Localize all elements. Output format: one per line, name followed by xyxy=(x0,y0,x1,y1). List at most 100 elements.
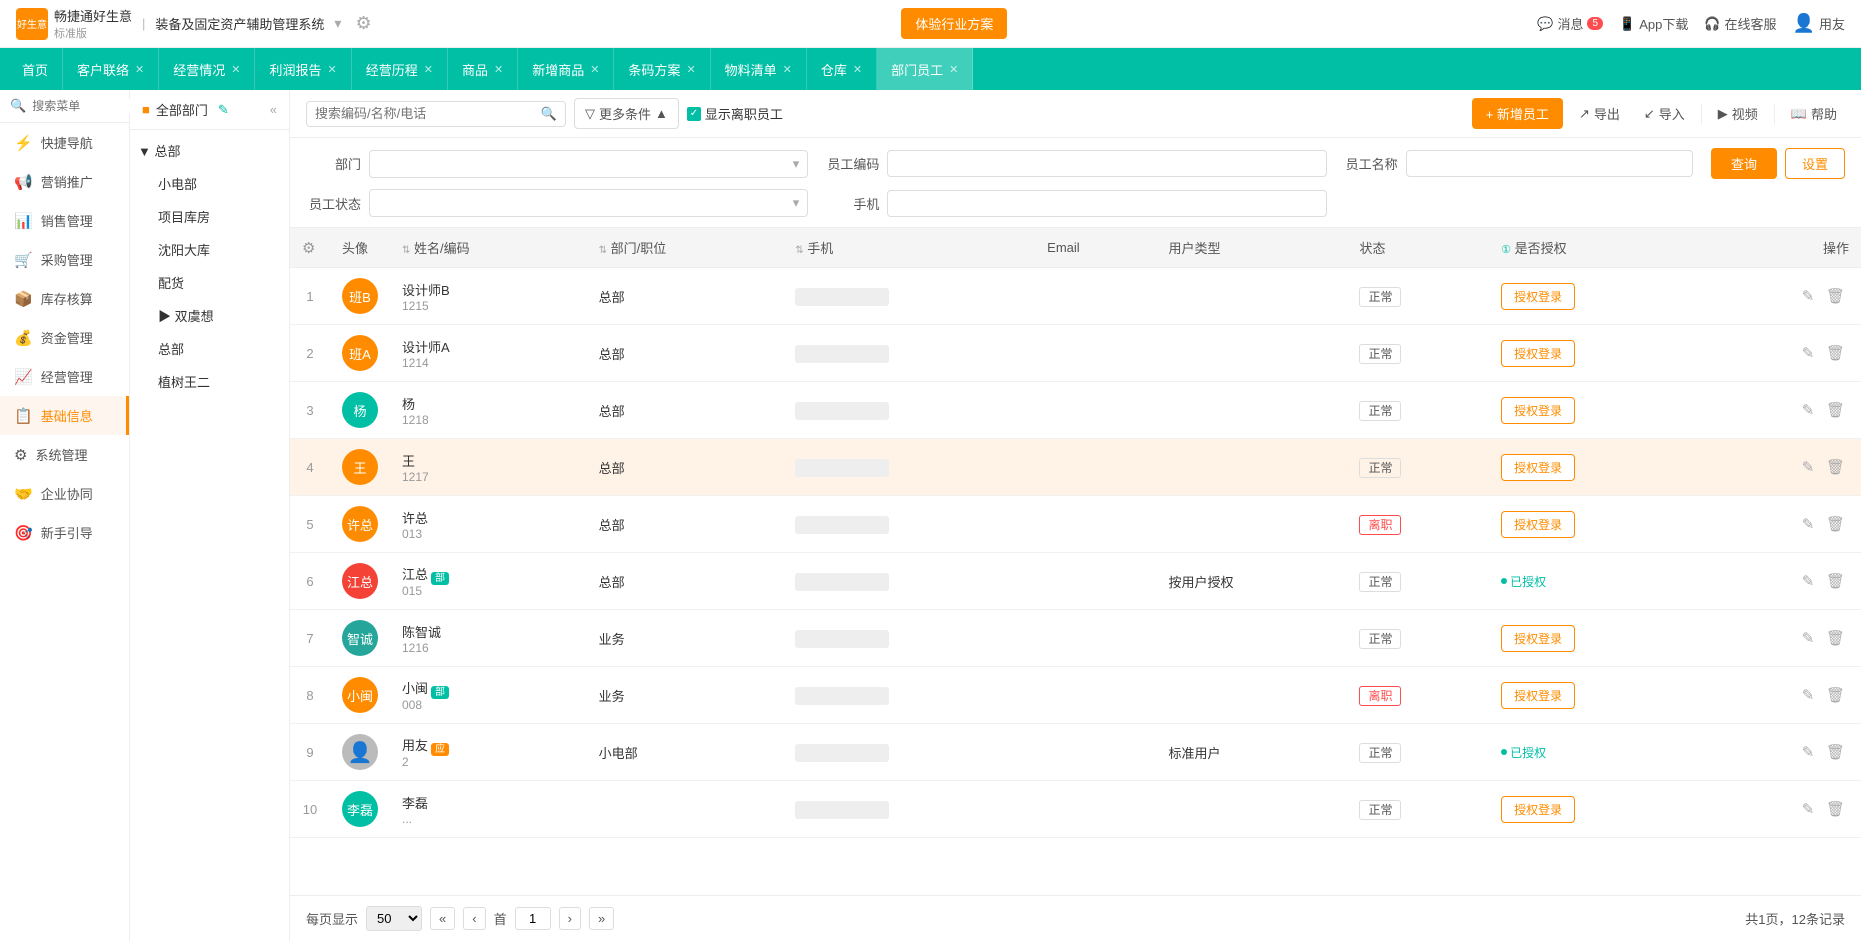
system-dropdown-icon[interactable]: ▾ xyxy=(334,15,341,32)
sidebar-item-marketing[interactable]: 📢 营销推广 xyxy=(0,162,129,201)
dept-node-xiaodibu[interactable]: 小电部 xyxy=(130,167,289,200)
tab-operation[interactable]: 经营情况 ✕ xyxy=(159,48,255,90)
sidebar-item-inventory[interactable]: 📦 库存核算 xyxy=(0,279,129,318)
delete-btn[interactable]: 🗑 xyxy=(1822,514,1849,535)
app-download-btn[interactable]: 📱 App下载 xyxy=(1619,14,1688,33)
sidebar-item-purchase[interactable]: 🛒 采购管理 xyxy=(0,240,129,279)
online-service-btn[interactable]: 🎧 在线客服 xyxy=(1704,14,1776,33)
dept-node-shuanglx[interactable]: ▶ 双虞想 xyxy=(130,299,289,332)
auth-login-btn[interactable]: 授权登录 xyxy=(1501,625,1575,652)
tab-warehouse[interactable]: 仓库 ✕ xyxy=(807,48,877,90)
edit-btn[interactable]: ✎ xyxy=(1798,457,1819,478)
dept-node-peihuo[interactable]: 配货 xyxy=(130,266,289,299)
row-auth[interactable]: 授权登录 xyxy=(1489,382,1699,439)
sidebar-item-finance[interactable]: 💰 资金管理 xyxy=(0,318,129,357)
sidebar-item-sales[interactable]: 📊 销售管理 xyxy=(0,201,129,240)
auth-login-btn[interactable]: 授权登录 xyxy=(1501,340,1575,367)
tab-history-close[interactable]: ✕ xyxy=(424,63,433,76)
row-auth[interactable]: 授权登录 xyxy=(1489,667,1699,724)
add-employee-btn[interactable]: + 新增员工 xyxy=(1472,98,1563,129)
last-page-btn[interactable]: » xyxy=(589,907,614,930)
tab-dept-staff-close[interactable]: ✕ xyxy=(949,63,958,76)
trial-button[interactable]: 体验行业方案 xyxy=(901,8,1007,39)
dept-edit-btn[interactable]: ✎ xyxy=(218,102,229,118)
export-btn[interactable]: ↗ 导出 xyxy=(1571,99,1628,128)
auth-login-btn[interactable]: 授权登录 xyxy=(1501,454,1575,481)
tab-goods[interactable]: 商品 ✕ xyxy=(448,48,518,90)
tab-bom-close[interactable]: ✕ xyxy=(783,63,792,76)
edit-btn[interactable]: ✎ xyxy=(1798,571,1819,592)
resign-checkbox[interactable]: ✓ xyxy=(687,107,701,121)
tab-customer[interactable]: 客户联络 ✕ xyxy=(63,48,159,90)
auth-login-btn[interactable]: 授权登录 xyxy=(1501,511,1575,538)
message-btn[interactable]: 💬 消息 5 xyxy=(1537,14,1603,33)
first-page-btn[interactable]: « xyxy=(430,907,455,930)
emp-code-input[interactable] xyxy=(887,150,1326,177)
delete-btn[interactable]: 🗑 xyxy=(1822,571,1849,592)
search-icon[interactable]: 🔍 xyxy=(541,106,557,122)
user-avatar[interactable]: 👤 用友 xyxy=(1793,13,1845,34)
delete-btn[interactable]: 🗑 xyxy=(1822,286,1849,307)
prev-page-btn[interactable]: ‹ xyxy=(463,907,485,930)
tab-goods-close[interactable]: ✕ xyxy=(494,63,503,76)
auth-login-btn[interactable]: 授权登录 xyxy=(1501,397,1575,424)
row-auth[interactable]: 授权登录 xyxy=(1489,268,1699,325)
row-auth[interactable]: 授权登录 xyxy=(1489,496,1699,553)
auth-login-btn[interactable]: 授权登录 xyxy=(1501,682,1575,709)
edit-btn[interactable]: ✎ xyxy=(1798,742,1819,763)
delete-btn[interactable]: 🗑 xyxy=(1822,628,1849,649)
edit-btn[interactable]: ✎ xyxy=(1798,799,1819,820)
auth-login-btn[interactable]: 授权登录 xyxy=(1501,283,1575,310)
search-input[interactable] xyxy=(315,106,535,121)
tab-profit[interactable]: 利润报告 ✕ xyxy=(255,48,351,90)
status-select[interactable]: ▾ xyxy=(369,189,808,217)
delete-btn[interactable]: 🗑 xyxy=(1822,685,1849,706)
tab-dept-staff[interactable]: 部门员工 ✕ xyxy=(877,48,973,90)
sidebar-item-business[interactable]: 📈 经营管理 xyxy=(0,357,129,396)
tab-barcode-close[interactable]: ✕ xyxy=(686,63,695,76)
dept-node-zongbu[interactable]: ▼ 总部 xyxy=(130,134,289,167)
tab-barcode[interactable]: 条码方案 ✕ xyxy=(614,48,710,90)
sort-icon-phone[interactable]: ⇅ xyxy=(795,245,803,256)
dept-node-zongbu2[interactable]: 总部 xyxy=(130,332,289,365)
row-auth[interactable]: 授权登录 xyxy=(1489,610,1699,667)
row-auth[interactable]: 授权登录 xyxy=(1489,439,1699,496)
tab-customer-close[interactable]: ✕ xyxy=(135,63,144,76)
dept-node-xiangmuku[interactable]: 项目库房 xyxy=(130,200,289,233)
edit-btn[interactable]: ✎ xyxy=(1798,685,1819,706)
sidebar-item-guide[interactable]: 🎯 新手引导 xyxy=(0,513,129,552)
row-auth[interactable]: 已授权 xyxy=(1489,724,1699,781)
sidebar-item-quicknav[interactable]: ⚡ 快捷导航 xyxy=(0,123,129,162)
auth-login-btn[interactable]: 授权登录 xyxy=(1501,796,1575,823)
sort-icon-name[interactable]: ⇅ xyxy=(402,245,410,256)
tab-add-goods-close[interactable]: ✕ xyxy=(590,63,599,76)
emp-name-input[interactable] xyxy=(1406,150,1693,177)
row-auth[interactable]: 授权登录 xyxy=(1489,325,1699,382)
more-filter-btn[interactable]: ▽ 更多条件 ▲ xyxy=(574,98,679,129)
delete-btn[interactable]: 🗑 xyxy=(1822,799,1849,820)
view-btn[interactable]: ▶ 视频 xyxy=(1710,99,1766,128)
page-input[interactable] xyxy=(515,907,551,930)
help-btn[interactable]: 📖 帮助 xyxy=(1783,99,1845,128)
table-settings-icon[interactable]: ⚙ xyxy=(302,240,315,257)
delete-btn[interactable]: 🗑 xyxy=(1822,742,1849,763)
sidebar-item-basic[interactable]: 📋 基础信息 xyxy=(0,396,129,435)
tab-operation-close[interactable]: ✕ xyxy=(231,63,240,76)
dept-collapse-btn[interactable]: « xyxy=(270,102,277,117)
tab-history[interactable]: 经营历程 ✕ xyxy=(352,48,448,90)
tab-warehouse-close[interactable]: ✕ xyxy=(853,63,862,76)
next-page-btn[interactable]: › xyxy=(559,907,581,930)
edit-btn[interactable]: ✎ xyxy=(1798,400,1819,421)
dept-select[interactable]: ▾ xyxy=(369,150,808,178)
sidebar-item-system[interactable]: ⚙ 系统管理 xyxy=(0,435,129,474)
row-auth[interactable]: 授权登录 xyxy=(1489,781,1699,838)
all-dept-label[interactable]: 全部部门 xyxy=(156,100,208,119)
sort-icon-dept[interactable]: ⇅ xyxy=(599,245,607,256)
sidebar-item-collab[interactable]: 🤝 企业协同 xyxy=(0,474,129,513)
settings-icon[interactable]: ⚙ xyxy=(355,13,371,34)
query-btn[interactable]: 查询 xyxy=(1711,148,1777,179)
row-auth[interactable]: 已授权 xyxy=(1489,553,1699,610)
dept-node-zhishu[interactable]: 植树王二 xyxy=(130,365,289,398)
set-btn[interactable]: 设置 xyxy=(1785,148,1845,179)
edit-btn[interactable]: ✎ xyxy=(1798,514,1819,535)
